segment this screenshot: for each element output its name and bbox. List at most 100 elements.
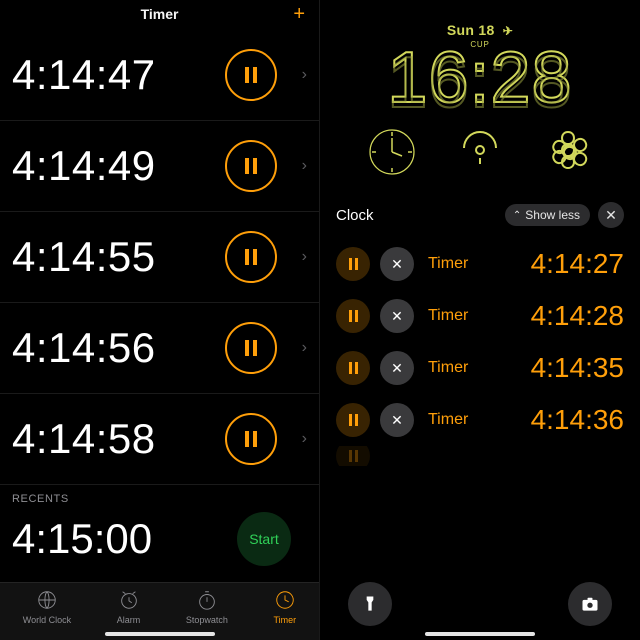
activity-dismiss-button[interactable]: ✕ [380, 403, 414, 437]
activity-label: Timer [428, 359, 468, 377]
lock-date: Sun 18 ✈ [320, 22, 640, 38]
widget-weather[interactable] [456, 128, 504, 176]
chevron-up-icon: ⌃ [513, 210, 521, 221]
globe-icon [36, 589, 58, 613]
activity-time: 4:14:28 [478, 300, 624, 332]
lock-widgets-row [320, 128, 640, 176]
tab-label: Stopwatch [186, 615, 228, 625]
camera-icon [580, 594, 600, 614]
flashlight-icon [360, 594, 380, 614]
widget-app[interactable] [544, 128, 592, 176]
pause-button[interactable] [225, 140, 277, 192]
start-button[interactable]: Start [237, 512, 291, 566]
activity-pause-button[interactable] [336, 446, 370, 466]
knot-icon [544, 128, 592, 176]
stopwatch-icon [196, 589, 218, 613]
chevron-right-icon: › [302, 248, 307, 266]
recent-timer-duration: 4:15:00 [12, 515, 152, 563]
lock-date-text: Sun 18 [447, 22, 495, 38]
timer-remaining: 4:14:56 [12, 324, 156, 372]
home-indicator[interactable] [425, 632, 535, 636]
live-activity-row[interactable] [336, 446, 624, 466]
activity-time: 4:14:36 [478, 404, 624, 436]
show-less-button[interactable]: ⌃ Show less [505, 204, 590, 226]
clock-app-timer-screen: Timer + 4:14:47 › 4:14:49 › 4 [0, 0, 320, 640]
tab-world-clock[interactable]: World Clock [23, 589, 71, 625]
show-less-label: Show less [525, 208, 580, 222]
activity-label: Timer [428, 307, 468, 325]
camera-button[interactable] [568, 582, 612, 626]
add-timer-button[interactable]: + [293, 4, 305, 24]
pause-icon [349, 258, 358, 270]
activity-label: Timer [428, 411, 468, 429]
airplane-icon: ✈ [503, 24, 513, 38]
alarm-icon [118, 589, 140, 613]
tab-timer[interactable]: Timer [273, 589, 296, 625]
activity-time: 4:14:27 [478, 248, 624, 280]
lock-time-digits: 16:28 [387, 38, 572, 118]
pause-button[interactable] [225, 231, 277, 283]
chevron-right-icon: › [302, 66, 307, 84]
live-activity-row[interactable]: ✕ Timer 4:14:35 [336, 342, 624, 394]
pause-icon [245, 67, 257, 83]
live-activity-row[interactable]: ✕ Timer 4:14:36 [336, 394, 624, 446]
tab-label: Alarm [117, 615, 141, 625]
lock-screen: CUP Sun 18 ✈ 16:28 [320, 0, 640, 640]
clock-icon [368, 128, 416, 176]
timer-remaining: 4:14:47 [12, 51, 156, 99]
activity-pause-button[interactable] [336, 403, 370, 437]
pause-button[interactable] [225, 413, 277, 465]
weather-icon [456, 128, 504, 176]
tab-label: World Clock [23, 615, 71, 625]
activity-dismiss-button[interactable]: ✕ [380, 299, 414, 333]
tab-alarm[interactable]: Alarm [117, 589, 141, 625]
activity-dismiss-button[interactable]: ✕ [380, 247, 414, 281]
timer-row[interactable]: 4:14:58 › [0, 394, 319, 485]
start-label: Start [249, 531, 279, 547]
live-activity-row[interactable]: ✕ Timer 4:14:28 [336, 290, 624, 342]
timer-row[interactable]: 4:14:49 › [0, 121, 319, 212]
timer-icon [274, 589, 296, 613]
active-timers-list: 4:14:47 › 4:14:49 › 4:14:55 › [0, 30, 319, 582]
widget-world-clock[interactable] [368, 128, 416, 176]
activity-label: Timer [428, 255, 468, 273]
activity-dismiss-button[interactable]: ✕ [380, 351, 414, 385]
recent-timer-row[interactable]: 4:15:00 Start [0, 507, 319, 571]
close-icon: ✕ [391, 256, 403, 273]
timer-remaining: 4:14:58 [12, 415, 156, 463]
tab-stopwatch[interactable]: Stopwatch [186, 589, 228, 625]
close-icon: ✕ [391, 308, 403, 325]
close-icon: ✕ [605, 207, 617, 224]
timer-remaining: 4:14:55 [12, 233, 156, 281]
timer-remaining: 4:14:49 [12, 142, 156, 190]
pause-icon [245, 431, 257, 447]
pause-icon [245, 158, 257, 174]
close-icon: ✕ [391, 360, 403, 377]
close-icon: ✕ [391, 412, 403, 429]
lock-time: 16:28 [387, 42, 572, 114]
flashlight-button[interactable] [348, 582, 392, 626]
screen-title: Timer [0, 6, 319, 22]
stack-app-title: Clock [336, 207, 497, 224]
activity-pause-button[interactable] [336, 247, 370, 281]
pause-icon [349, 310, 358, 322]
chevron-right-icon: › [302, 157, 307, 175]
home-indicator[interactable] [105, 632, 215, 636]
pause-icon [245, 249, 257, 265]
timer-row[interactable]: 4:14:55 › [0, 212, 319, 303]
chevron-right-icon: › [302, 339, 307, 357]
recents-header: RECENTS [12, 493, 319, 505]
timer-row[interactable]: 4:14:47 › [0, 30, 319, 121]
pause-button[interactable] [225, 322, 277, 374]
activity-pause-button[interactable] [336, 299, 370, 333]
pause-icon [349, 414, 358, 426]
chevron-right-icon: › [302, 430, 307, 448]
activity-time: 4:14:35 [478, 352, 624, 384]
timer-row[interactable]: 4:14:56 › [0, 303, 319, 394]
dismiss-stack-button[interactable]: ✕ [598, 202, 624, 228]
activity-pause-button[interactable] [336, 351, 370, 385]
tab-label: Timer [273, 615, 296, 625]
live-activity-row[interactable]: ✕ Timer 4:14:27 [336, 238, 624, 290]
pause-button[interactable] [225, 49, 277, 101]
live-activity-stack: Clock ⌃ Show less ✕ ✕ Timer 4:14:27 [320, 202, 640, 466]
